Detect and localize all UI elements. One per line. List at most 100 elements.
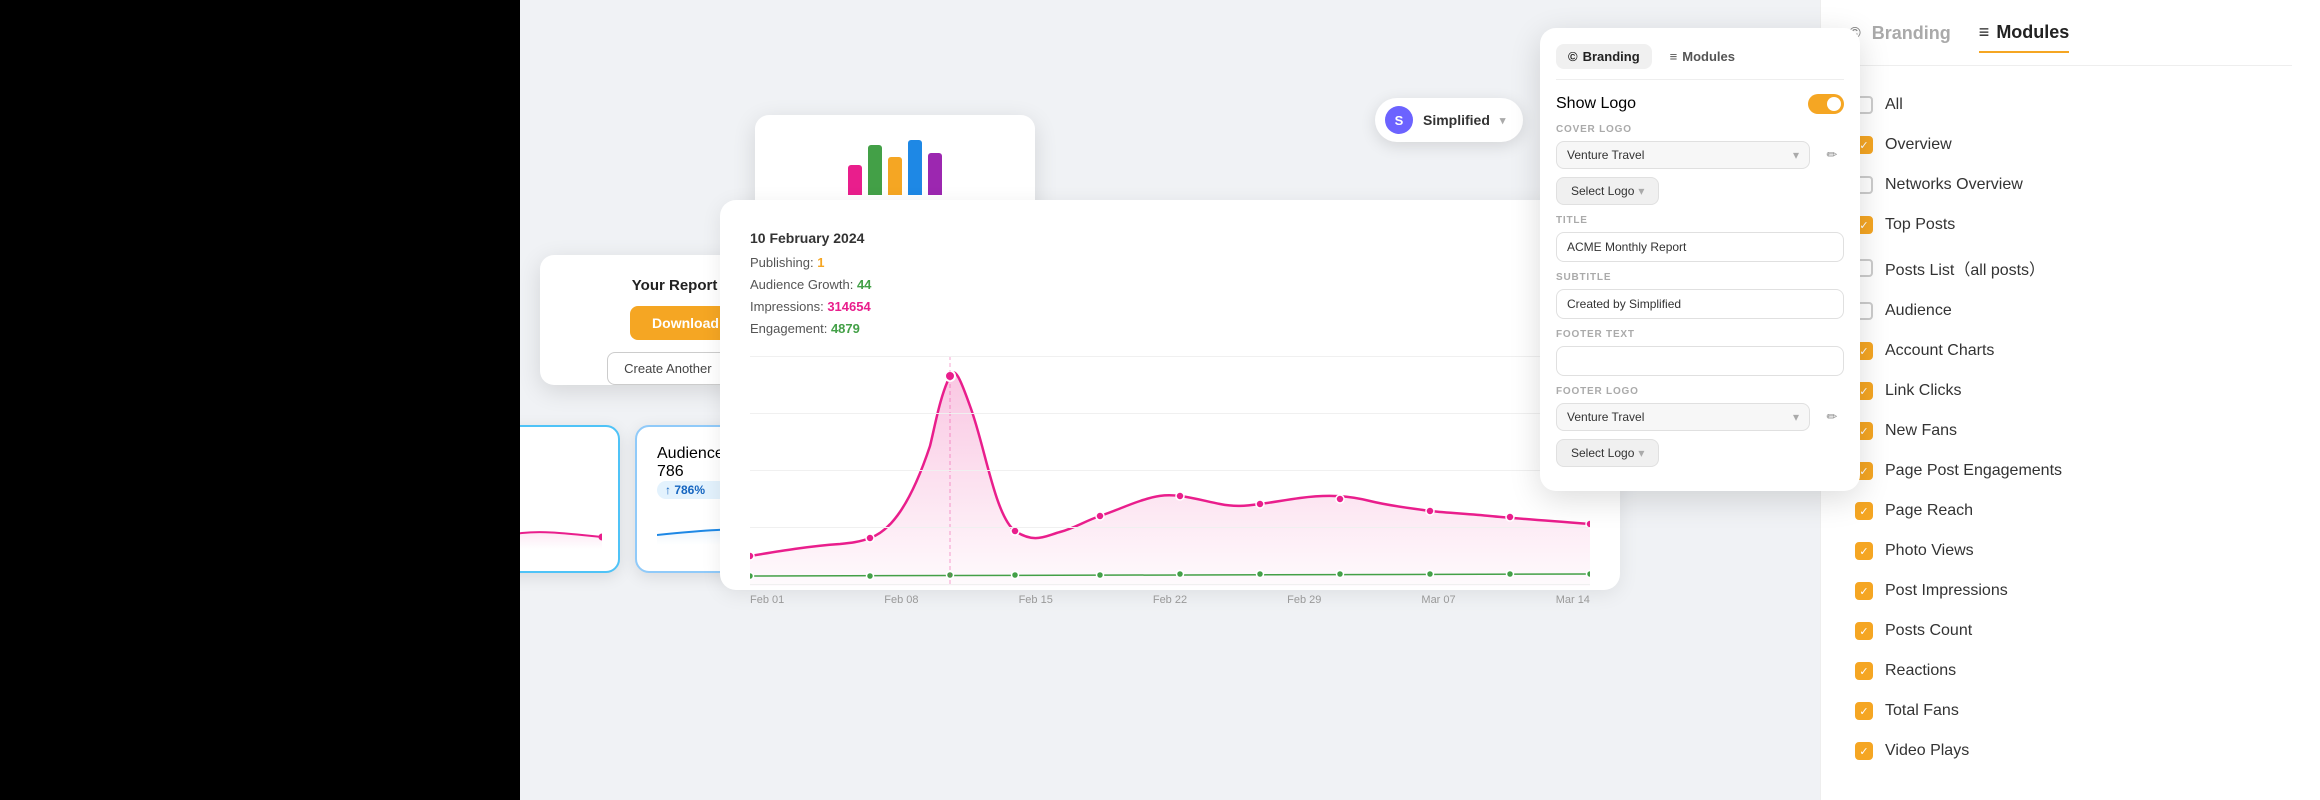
- x-label-feb01: Feb 01: [750, 594, 784, 606]
- stat-impressions-value: 314654: [827, 299, 870, 314]
- module-item-photo-views[interactable]: ✓ Photo Views: [1849, 532, 2292, 570]
- module-item-overview[interactable]: ✓ Overview: [1849, 126, 2292, 164]
- bp-tab-branding-label: Branding: [1583, 49, 1640, 64]
- grid-line-2: [750, 470, 1590, 471]
- checkbox-post-impressions[interactable]: ✓: [1855, 582, 1873, 600]
- module-label-reactions: Reactions: [1885, 662, 1956, 680]
- select-logo-row-footer: Select Logo ▾: [1556, 439, 1844, 467]
- module-item-all[interactable]: All: [1849, 86, 2292, 124]
- module-item-link-clicks[interactable]: ✓ Link Clicks: [1849, 372, 2292, 410]
- module-label-top-posts: Top Posts: [1885, 216, 1955, 234]
- subtitle-input[interactable]: [1556, 289, 1844, 319]
- sidebar-tab-branding[interactable]: © Branding: [1849, 23, 1951, 52]
- cover-logo-edit-icon[interactable]: ✏: [1820, 143, 1844, 167]
- bar-purple: [928, 153, 942, 195]
- impressions-card: Impressions 5,7M ↑ 615%: [520, 425, 620, 573]
- stat-audience-value: 44: [857, 277, 871, 292]
- sidebar-tab-modules[interactable]: ≡ Modules: [1979, 22, 2070, 53]
- impressions-value-row: 5,7M ↑ 615%: [520, 466, 598, 503]
- sidebar-tab-branding-label: Branding: [1872, 23, 1951, 44]
- simplified-label: Simplified: [1423, 112, 1490, 128]
- footer-logo-edit-icon[interactable]: ✏: [1820, 405, 1844, 429]
- analytics-bar-chart: [848, 135, 942, 195]
- select-logo-label-footer: Select Logo: [1571, 446, 1634, 460]
- module-item-page-reach[interactable]: ✓ Page Reach: [1849, 492, 2292, 530]
- grid-line-top: [750, 356, 1590, 357]
- checkbox-video-plays[interactable]: ✓: [1855, 742, 1873, 760]
- module-item-total-fans[interactable]: ✓ Total Fans: [1849, 692, 2292, 730]
- bp-tab-modules-label: Modules: [1682, 49, 1735, 64]
- checkbox-total-fans[interactable]: ✓: [1855, 702, 1873, 720]
- cover-logo-select[interactable]: Venture Travel ▾: [1556, 141, 1810, 169]
- footer-logo-section-label: FOOTER LOGO: [1556, 386, 1844, 397]
- module-item-audience[interactable]: Audience: [1849, 292, 2292, 330]
- footer-logo-row: Venture Travel ▾ ✏: [1556, 403, 1844, 431]
- module-item-reactions[interactable]: ✓ Reactions: [1849, 652, 2292, 690]
- module-item-networks-overview[interactable]: Networks Overview: [1849, 166, 2292, 204]
- bp-tab-branding[interactable]: © Branding: [1556, 44, 1652, 69]
- bp-tab-modules[interactable]: ≡ Modules: [1658, 44, 1747, 69]
- impressions-mini-chart: [520, 511, 598, 549]
- module-item-new-fans[interactable]: ✓ New Fans: [1849, 412, 2292, 450]
- checkbox-reactions[interactable]: ✓: [1855, 662, 1873, 680]
- module-label-new-fans: New Fans: [1885, 422, 1957, 440]
- select-logo-button-cover[interactable]: Select Logo ▾: [1556, 177, 1659, 205]
- create-another-button[interactable]: Create Another: [607, 352, 728, 385]
- show-logo-toggle[interactable]: [1808, 94, 1844, 114]
- subtitle-row: [1556, 289, 1844, 319]
- x-label-feb08: Feb 08: [884, 594, 918, 606]
- module-item-top-posts[interactable]: ✓ Top Posts: [1849, 206, 2292, 244]
- grid-line-bottom: [750, 584, 1590, 585]
- footer-logo-select[interactable]: Venture Travel ▾: [1556, 403, 1810, 431]
- grid-line-3: [750, 527, 1590, 528]
- chart-date-header: 10 February 2024: [750, 230, 1590, 246]
- x-label-feb15: Feb 15: [1019, 594, 1053, 606]
- stat-engagement-label: Engagement:: [750, 321, 831, 336]
- module-item-posts-list[interactable]: Posts List（all posts）: [1849, 246, 2292, 290]
- checkbox-page-reach[interactable]: ✓: [1855, 502, 1873, 520]
- simplified-pill[interactable]: S Simplified ▾: [1375, 98, 1523, 142]
- module-label-all: All: [1885, 96, 1903, 114]
- module-label-total-fans: Total Fans: [1885, 702, 1959, 720]
- chevron-down-icon3: ▾: [1638, 446, 1644, 460]
- title-input[interactable]: [1556, 232, 1844, 262]
- chart-area: [750, 356, 1590, 586]
- x-axis-labels: Feb 01 Feb 08 Feb 15 Feb 22 Feb 29 Mar 0…: [750, 586, 1590, 606]
- footer-logo-value: Venture Travel: [1567, 410, 1644, 424]
- module-label-posts-count: Posts Count: [1885, 622, 1972, 640]
- select-logo-button-footer[interactable]: Select Logo ▾: [1556, 439, 1659, 467]
- stat-impressions-label: Impressions:: [750, 299, 827, 314]
- module-item-posts-count[interactable]: ✓ Posts Count: [1849, 612, 2292, 650]
- module-label-page-post-engagements: Page Post Engagements: [1885, 462, 2062, 480]
- module-item-account-charts[interactable]: ✓ Account Charts: [1849, 332, 2292, 370]
- module-label-posts-list: Posts List（all posts）: [1885, 256, 2045, 280]
- simplified-avatar: S: [1385, 106, 1413, 134]
- x-label-feb22: Feb 22: [1153, 594, 1187, 606]
- title-section-label: TITLE: [1556, 215, 1844, 226]
- subtitle-section-label: SUBTITLE: [1556, 272, 1844, 283]
- module-item-post-impressions[interactable]: ✓ Post Impressions: [1849, 572, 2292, 610]
- bar-blue: [908, 140, 922, 195]
- module-label-audience: Audience: [1885, 302, 1952, 320]
- footer-text-input[interactable]: [1556, 346, 1844, 376]
- modules-list-icon: ≡: [1670, 49, 1678, 64]
- module-label-link-clicks: Link Clicks: [1885, 382, 1961, 400]
- module-item-video-plays[interactable]: ✓ Video Plays: [1849, 732, 2292, 770]
- bar-green: [868, 145, 882, 195]
- left-black-area: [0, 0, 520, 800]
- line-chart-svg: [750, 356, 1590, 586]
- chevron-down-icon2: ▾: [1638, 184, 1644, 198]
- cover-logo-value: Venture Travel: [1567, 148, 1644, 162]
- cover-logo-section-label: COVER LOGO: [1556, 124, 1844, 135]
- checkbox-posts-count[interactable]: ✓: [1855, 622, 1873, 640]
- title-row: [1556, 232, 1844, 262]
- module-item-page-post-engagements[interactable]: ✓ Page Post Engagements: [1849, 452, 2292, 490]
- footer-text-section-label: FOOTER TEXT: [1556, 329, 1844, 340]
- branding-panel: © Branding ≡ Modules Show Logo COVER LOG…: [1540, 28, 1860, 491]
- chart-stats: Publishing: 1 Audience Growth: 44 Impres…: [750, 252, 1590, 340]
- avatar-text: S: [1395, 113, 1404, 128]
- checkbox-photo-views[interactable]: ✓: [1855, 542, 1873, 560]
- module-label-video-plays: Video Plays: [1885, 742, 1969, 760]
- chevron-down-icon: ▾: [1500, 114, 1506, 127]
- bar-pink: [848, 165, 862, 195]
